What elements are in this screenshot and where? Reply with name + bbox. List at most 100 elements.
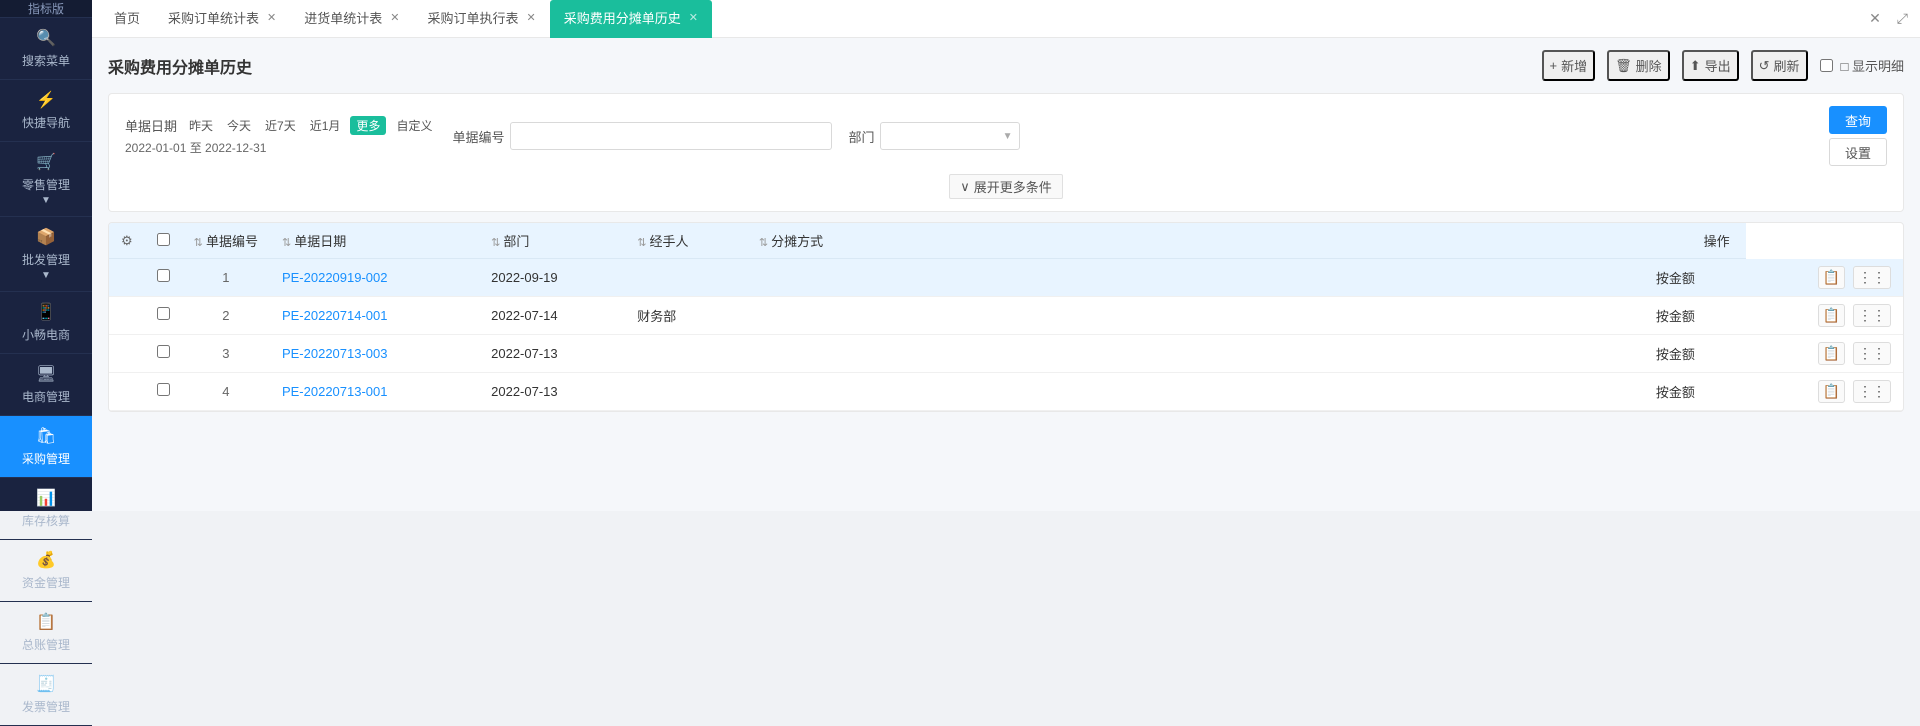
sidebar-item-wholesale[interactable]: 📦 批发管理 ▼ (0, 217, 92, 292)
tab-close-active-icon[interactable]: ✕ (689, 11, 698, 24)
row-handler-cell (747, 334, 1644, 372)
row-checkbox[interactable] (157, 345, 170, 358)
export-button[interactable]: ⬆ 导出 (1682, 50, 1739, 81)
refresh-button[interactable]: ↺ 刷新 (1751, 50, 1808, 81)
date-shortcut-7days[interactable]: 近7天 (261, 116, 300, 135)
row-edit-button[interactable]: 📋 (1818, 304, 1845, 327)
row-date-cell: 2022-07-13 (479, 372, 625, 410)
row-checkbox-cell (145, 259, 182, 297)
sidebar-item-label: 零售管理 (22, 176, 70, 193)
row-detail-button[interactable]: ⋮⋮ (1853, 380, 1891, 403)
select-all-checkbox[interactable] (157, 233, 170, 246)
col-settings-header: ⚙ (109, 223, 145, 259)
row-date-cell: 2022-07-13 (479, 334, 625, 372)
filter-btn-group: 查询 设置 (1829, 106, 1887, 166)
row-edit-button[interactable]: 📋 (1818, 380, 1845, 403)
table-row: 4 PE-20220713-001 2022-07-13 按金额 📋 ⋮⋮ (109, 372, 1903, 410)
row-edit-button[interactable]: 📋 (1818, 342, 1845, 365)
expand-more-label: 展开更多条件 (974, 177, 1052, 196)
tab-home-label: 首页 (114, 8, 140, 27)
sidebar-item-inventory[interactable]: 📊 库存核算 (0, 478, 92, 540)
row-settings-cell (109, 334, 145, 372)
col-checkbox-header (145, 223, 182, 259)
sidebar-item-quick-nav[interactable]: ⚡ 快捷导航 (0, 80, 92, 142)
row-date-cell: 2022-09-19 (479, 259, 625, 297)
row-split-method-cell: 按金额 (1644, 372, 1746, 410)
sidebar-item-retail[interactable]: 🛒 零售管理 ▼ (0, 142, 92, 217)
dept-select[interactable]: 财务部 (880, 122, 1020, 150)
row-handler-cell (747, 296, 1644, 334)
row-order-no-link[interactable]: PE-20220713-001 (282, 384, 388, 399)
row-order-no-cell: PE-20220919-002 (270, 259, 479, 297)
row-detail-button[interactable]: ⋮⋮ (1853, 266, 1891, 289)
sidebar-item-accounting[interactable]: 📋 总账管理 (0, 602, 92, 664)
show-columns-label: □ 显示明细 (1841, 56, 1904, 75)
sidebar-item-search[interactable]: 🔍 搜索菜单 (0, 18, 92, 80)
row-order-no-link[interactable]: PE-20220919-002 (282, 270, 388, 285)
expand-window-icon[interactable]: ⤢ (1893, 8, 1912, 29)
col-order-no-header[interactable]: 单据编号 (182, 223, 270, 259)
tab-home[interactable]: 首页 (100, 0, 154, 38)
mobile-commerce-icon: 📱 (36, 302, 56, 322)
row-checkbox[interactable] (157, 383, 170, 396)
row-actions-cell: 📋 ⋮⋮ (1746, 372, 1903, 410)
delete-label: 删除 (1636, 56, 1662, 75)
filter-dept-label: 部门 (848, 127, 874, 146)
expand-more-button[interactable]: ∨ 展开更多条件 (949, 174, 1063, 199)
col-handler-header[interactable]: 经手人 (625, 223, 747, 259)
row-num-cell: 3 (182, 334, 270, 372)
row-settings-cell (109, 296, 145, 334)
tab-purchase-cost-split[interactable]: 采购费用分摊单历史 ✕ (550, 0, 712, 38)
tab-purchase-goods-stats[interactable]: 进货单统计表 ✕ (290, 0, 413, 38)
row-order-no-link[interactable]: PE-20220713-003 (282, 346, 388, 361)
row-num-cell: 4 (182, 372, 270, 410)
tab-close-icon[interactable]: ✕ (390, 11, 399, 24)
delete-button[interactable]: 🗑 删除 (1607, 50, 1670, 81)
tab-purchase-order-exec[interactable]: 采购订单执行表 ✕ (413, 0, 549, 38)
sidebar-item-label: 库存核算 (22, 512, 70, 529)
date-shortcut-custom[interactable]: 自定义 (392, 116, 436, 135)
sidebar-item-mobile-commerce[interactable]: 📱 小畅电商 (0, 292, 92, 354)
show-columns-toggle[interactable]: □ 显示明细 (1820, 56, 1904, 75)
purchase-icon: 🛍 (36, 426, 56, 446)
col-date-header[interactable]: 单据日期 (270, 223, 479, 259)
tab-close-icon[interactable]: ✕ (527, 11, 536, 24)
row-order-no-link[interactable]: PE-20220714-001 (282, 308, 388, 323)
refresh-icon: ↺ (1759, 58, 1770, 74)
sidebar-item-invoice[interactable]: 🧾 发票管理 (0, 664, 92, 726)
tab-purchase-order-stats[interactable]: 采购订单统计表 ✕ (154, 0, 290, 38)
date-shortcut-more[interactable]: 更多 (350, 116, 386, 135)
date-shortcut-1month[interactable]: 近1月 (306, 116, 345, 135)
sidebar-item-label: 快捷导航 (22, 114, 70, 131)
show-columns-checkbox[interactable] (1820, 59, 1833, 72)
table-header-row: ⚙ 单据编号 单据日期 部门 经手人 分摊方式 操作 (109, 223, 1903, 259)
col-dept-header[interactable]: 部门 (479, 223, 625, 259)
row-detail-button[interactable]: ⋮⋮ (1853, 304, 1891, 327)
row-split-method-cell: 按金额 (1644, 334, 1746, 372)
row-edit-button[interactable]: 📋 (1818, 266, 1845, 289)
date-shortcut-yesterday[interactable]: 昨天 (185, 116, 217, 135)
sidebar-item-ecommerce[interactable]: 🖥 电商管理 (0, 354, 92, 416)
tab-close-icon[interactable]: ✕ (267, 11, 276, 24)
close-all-icon[interactable]: ✕ (1865, 8, 1885, 29)
gear-icon[interactable]: ⚙ (121, 233, 133, 248)
sidebar-item-purchase[interactable]: 🛍 采购管理 (0, 416, 92, 478)
table-row: 1 PE-20220919-002 2022-09-19 按金额 📋 ⋮⋮ (109, 259, 1903, 297)
col-split-method-header[interactable]: 分摊方式 (747, 223, 1644, 259)
row-checkbox[interactable] (157, 307, 170, 320)
filter-order-no-input[interactable] (510, 122, 832, 150)
sidebar-item-finance[interactable]: 💰 资金管理 (0, 540, 92, 602)
tab-purchase-cost-split-label: 采购费用分摊单历史 (564, 8, 681, 27)
sidebar-item-label: 电商管理 (22, 388, 70, 405)
expand-more-section: ∨ 展开更多条件 (125, 174, 1887, 199)
row-date-cell: 2022-07-14 (479, 296, 625, 334)
row-checkbox[interactable] (157, 269, 170, 282)
filter-settings-button[interactable]: 设置 (1829, 138, 1887, 166)
finance-icon: 💰 (36, 550, 56, 570)
add-button[interactable]: + 新增 (1542, 50, 1596, 81)
wholesale-icon: 📦 (36, 227, 56, 247)
date-shortcut-today[interactable]: 今天 (223, 116, 255, 135)
row-detail-button[interactable]: ⋮⋮ (1853, 342, 1891, 365)
row-dept-cell (625, 372, 747, 410)
query-button[interactable]: 查询 (1829, 106, 1887, 134)
